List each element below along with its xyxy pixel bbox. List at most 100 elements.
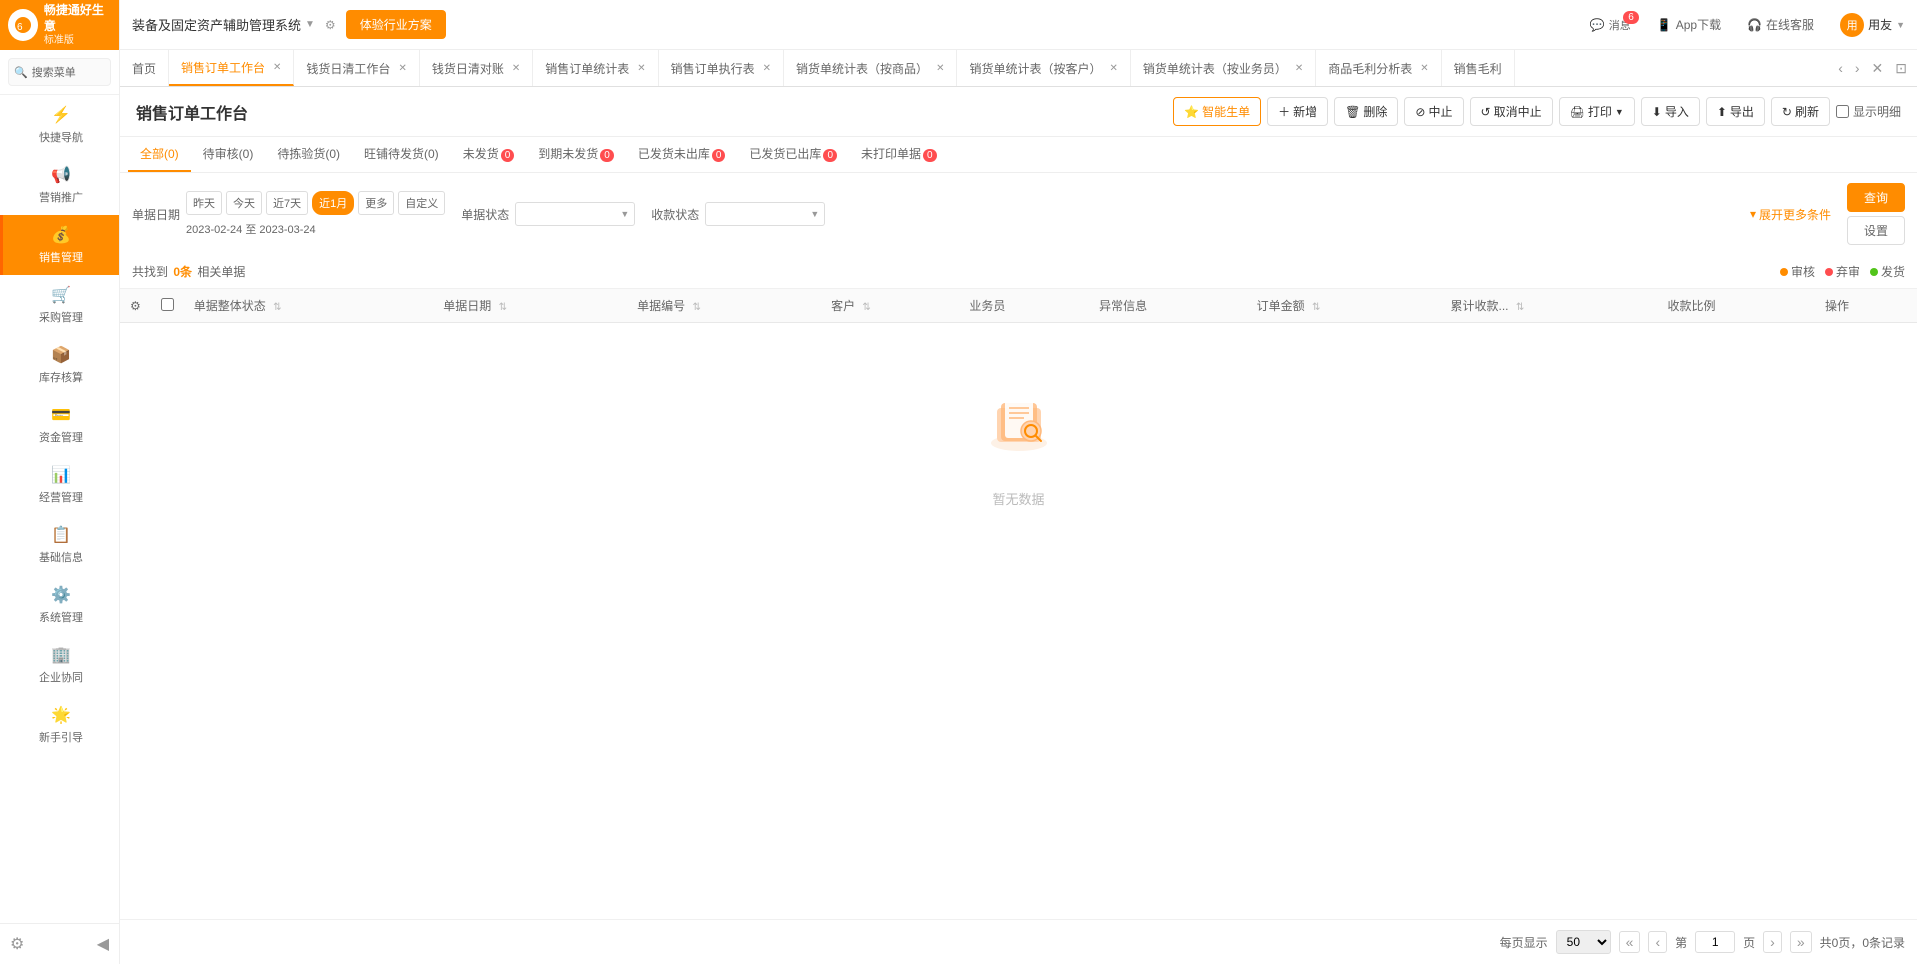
date-btn-1month[interactable]: 近1月 [312, 191, 354, 215]
tab-sales-by-product[interactable]: 销货单统计表（按商品） ✕ [784, 50, 957, 86]
tab-cash-daily[interactable]: 钱货日清工作台 ✕ [294, 50, 419, 86]
filter-tab-pending-review[interactable]: 待审核(0) [191, 137, 266, 172]
tab-close-all-button[interactable]: ✕ [1868, 58, 1888, 79]
message-button[interactable]: 💬 消息 6 [1590, 17, 1631, 33]
date-btn-yesterday[interactable]: 昨天 [186, 191, 222, 215]
tab-home[interactable]: 首页 [120, 50, 169, 86]
page-number-input[interactable]: 1 [1695, 931, 1735, 953]
collected-sort-icon[interactable]: ⇅ [1516, 302, 1524, 313]
undo-review-action-button[interactable]: 弃审 [1825, 263, 1860, 280]
close-sales-stats-tab[interactable]: ✕ [637, 63, 645, 74]
industry-solution-button[interactable]: 体验行业方案 [346, 10, 446, 39]
sidebar-item-marketing[interactable]: 📢 营销推广 [0, 155, 119, 215]
date-range-display: 2023-02-24 至 2023-03-24 [186, 221, 445, 237]
ship-action-button[interactable]: 发货 [1870, 263, 1905, 280]
close-gross-margin-tab[interactable]: ✕ [1420, 63, 1428, 74]
close-sales-exec-tab[interactable]: ✕ [763, 63, 771, 74]
smart-gen-button[interactable]: ⭐ 智能生单 [1173, 97, 1261, 126]
first-page-button[interactable]: « [1619, 931, 1641, 953]
filter-tab-pending-inspect[interactable]: 待拣验货(0) [265, 137, 352, 172]
undo-review-dot [1825, 268, 1833, 276]
next-page-button[interactable]: › [1763, 931, 1782, 953]
collapse-sidebar-button[interactable]: ◀ [97, 934, 109, 954]
import-button[interactable]: ⬇ 导入 [1641, 97, 1700, 126]
sales-label: 销售管理 [39, 249, 83, 265]
home-tab-label: 首页 [132, 60, 156, 77]
settings-icon[interactable]: ⚙ [325, 18, 336, 32]
tab-cash-reconcile[interactable]: 钱货日清对账 ✕ [420, 50, 533, 86]
tab-maximize-button[interactable]: ⊡ [1891, 58, 1911, 79]
close-sales-workbench-tab[interactable]: ✕ [273, 62, 281, 73]
filter-tab-all[interactable]: 全部(0) [128, 137, 191, 172]
tab-gross-margin[interactable]: 商品毛利分析表 ✕ [1316, 50, 1441, 86]
marketing-icon: 📢 [51, 165, 71, 185]
date-btn-today[interactable]: 今天 [226, 191, 262, 215]
sidebar-item-guide[interactable]: 🌟 新手引导 [0, 695, 119, 755]
refresh-button[interactable]: ↻ 刷新 [1771, 97, 1830, 126]
sidebar-item-finance[interactable]: 💳 资金管理 [0, 395, 119, 455]
tab-sales-workbench[interactable]: 销售订单工作台 ✕ [169, 50, 294, 86]
finance-icon: 💳 [51, 405, 71, 425]
amount-sort-icon[interactable]: ⇅ [1312, 302, 1320, 313]
last-page-button[interactable]: » [1790, 931, 1812, 953]
date-sort-icon[interactable]: ⇅ [499, 302, 507, 313]
cancel-stop-button[interactable]: ↺ 取消中止 [1470, 97, 1553, 126]
date-btn-7days[interactable]: 近7天 [266, 191, 308, 215]
search-setting-button[interactable]: 设置 [1847, 216, 1905, 245]
filter-tab-wangpu[interactable]: 旺铺待发货(0) [352, 137, 451, 172]
close-cash-daily-tab[interactable]: ✕ [398, 63, 406, 74]
sidebar-item-basic-info[interactable]: 📋 基础信息 [0, 515, 119, 575]
date-btn-custom[interactable]: 自定义 [398, 191, 445, 215]
show-detail-checkbox[interactable] [1836, 105, 1849, 118]
payment-select[interactable] [705, 202, 825, 226]
app-download-button[interactable]: 📱 App下载 [1657, 16, 1721, 33]
tab-sales-by-staff[interactable]: 销货单统计表（按业务员） ✕ [1131, 50, 1316, 86]
search-menu-button[interactable]: 🔍 搜索菜单 [8, 58, 111, 86]
tab-sales-by-customer[interactable]: 销货单统计表（按客户） ✕ [957, 50, 1130, 86]
tab-next-button[interactable]: › [1851, 58, 1864, 78]
filter-tab-shipped-not-out[interactable]: 已发货未出库0 [626, 137, 738, 172]
stop-button[interactable]: ⊘ 中止 [1404, 97, 1463, 126]
sidebar-item-system[interactable]: ⚙️ 系统管理 [0, 575, 119, 635]
export-button[interactable]: ⬆ 导出 [1706, 97, 1765, 126]
add-button[interactable]: ＋ 新增 [1267, 97, 1328, 126]
close-sales-by-product-tab[interactable]: ✕ [936, 63, 944, 74]
user-dropdown-icon: ▼ [1896, 20, 1905, 30]
system-title-dropdown[interactable]: 装备及固定资产辅助管理系统 ▼ [132, 15, 315, 34]
print-button[interactable]: 🖨 打印 ▼ [1559, 97, 1635, 126]
sidebar-item-enterprise[interactable]: 🏢 企业协同 [0, 635, 119, 695]
tab-sales-profit[interactable]: 销售毛利 [1442, 50, 1515, 86]
online-service-button[interactable]: 🎧 在线客服 [1747, 16, 1814, 33]
sidebar-item-purchase[interactable]: 🛒 采购管理 [0, 275, 119, 335]
select-all-checkbox[interactable] [161, 298, 174, 311]
status-sort-icon[interactable]: ⇅ [273, 302, 281, 313]
tab-prev-button[interactable]: ‹ [1834, 58, 1847, 78]
tab-sales-exec[interactable]: 销售订单执行表 ✕ [659, 50, 784, 86]
close-sales-by-staff-tab[interactable]: ✕ [1295, 63, 1303, 74]
tab-sales-stats[interactable]: 销售订单统计表 ✕ [533, 50, 658, 86]
number-sort-icon[interactable]: ⇅ [693, 302, 701, 313]
review-action-button[interactable]: 审核 [1780, 263, 1815, 280]
prev-page-button[interactable]: ‹ [1648, 931, 1667, 953]
close-sales-by-customer-tab[interactable]: ✕ [1109, 63, 1117, 74]
status-select[interactable] [515, 202, 635, 226]
sidebar-item-quick-nav[interactable]: ⚡ 快捷导航 [0, 95, 119, 155]
filter-tab-not-shipped[interactable]: 未发货0 [451, 137, 527, 172]
sidebar-item-operations[interactable]: 📊 经营管理 [0, 455, 119, 515]
per-page-select[interactable]: 50 100 200 [1556, 930, 1611, 954]
filter-tab-not-printed[interactable]: 未打印单据0 [849, 137, 949, 172]
sidebar-item-inventory[interactable]: 📦 库存核算 [0, 335, 119, 395]
show-detail-label[interactable]: 显示明细 [1836, 103, 1901, 120]
query-button[interactable]: 查询 [1847, 183, 1905, 212]
delete-button[interactable]: 🗑 删除 [1334, 97, 1398, 126]
close-cash-reconcile-tab[interactable]: ✕ [512, 63, 520, 74]
customer-sort-icon[interactable]: ⇅ [862, 302, 870, 313]
sidebar-item-sales[interactable]: 💰 销售管理 [0, 215, 119, 275]
user-profile-button[interactable]: 用 用友 ▼ [1840, 13, 1905, 37]
settings-col-icon[interactable]: ⚙ [130, 299, 141, 313]
settings-bottom-button[interactable]: ⚙ [10, 934, 24, 954]
date-btn-more[interactable]: 更多 [358, 191, 394, 215]
expand-more-button[interactable]: ▾ 展开更多条件 [1750, 206, 1831, 223]
filter-tab-overdue-not-shipped[interactable]: 到期未发货0 [526, 137, 626, 172]
filter-tab-shipped-out[interactable]: 已发货已出库0 [737, 137, 849, 172]
